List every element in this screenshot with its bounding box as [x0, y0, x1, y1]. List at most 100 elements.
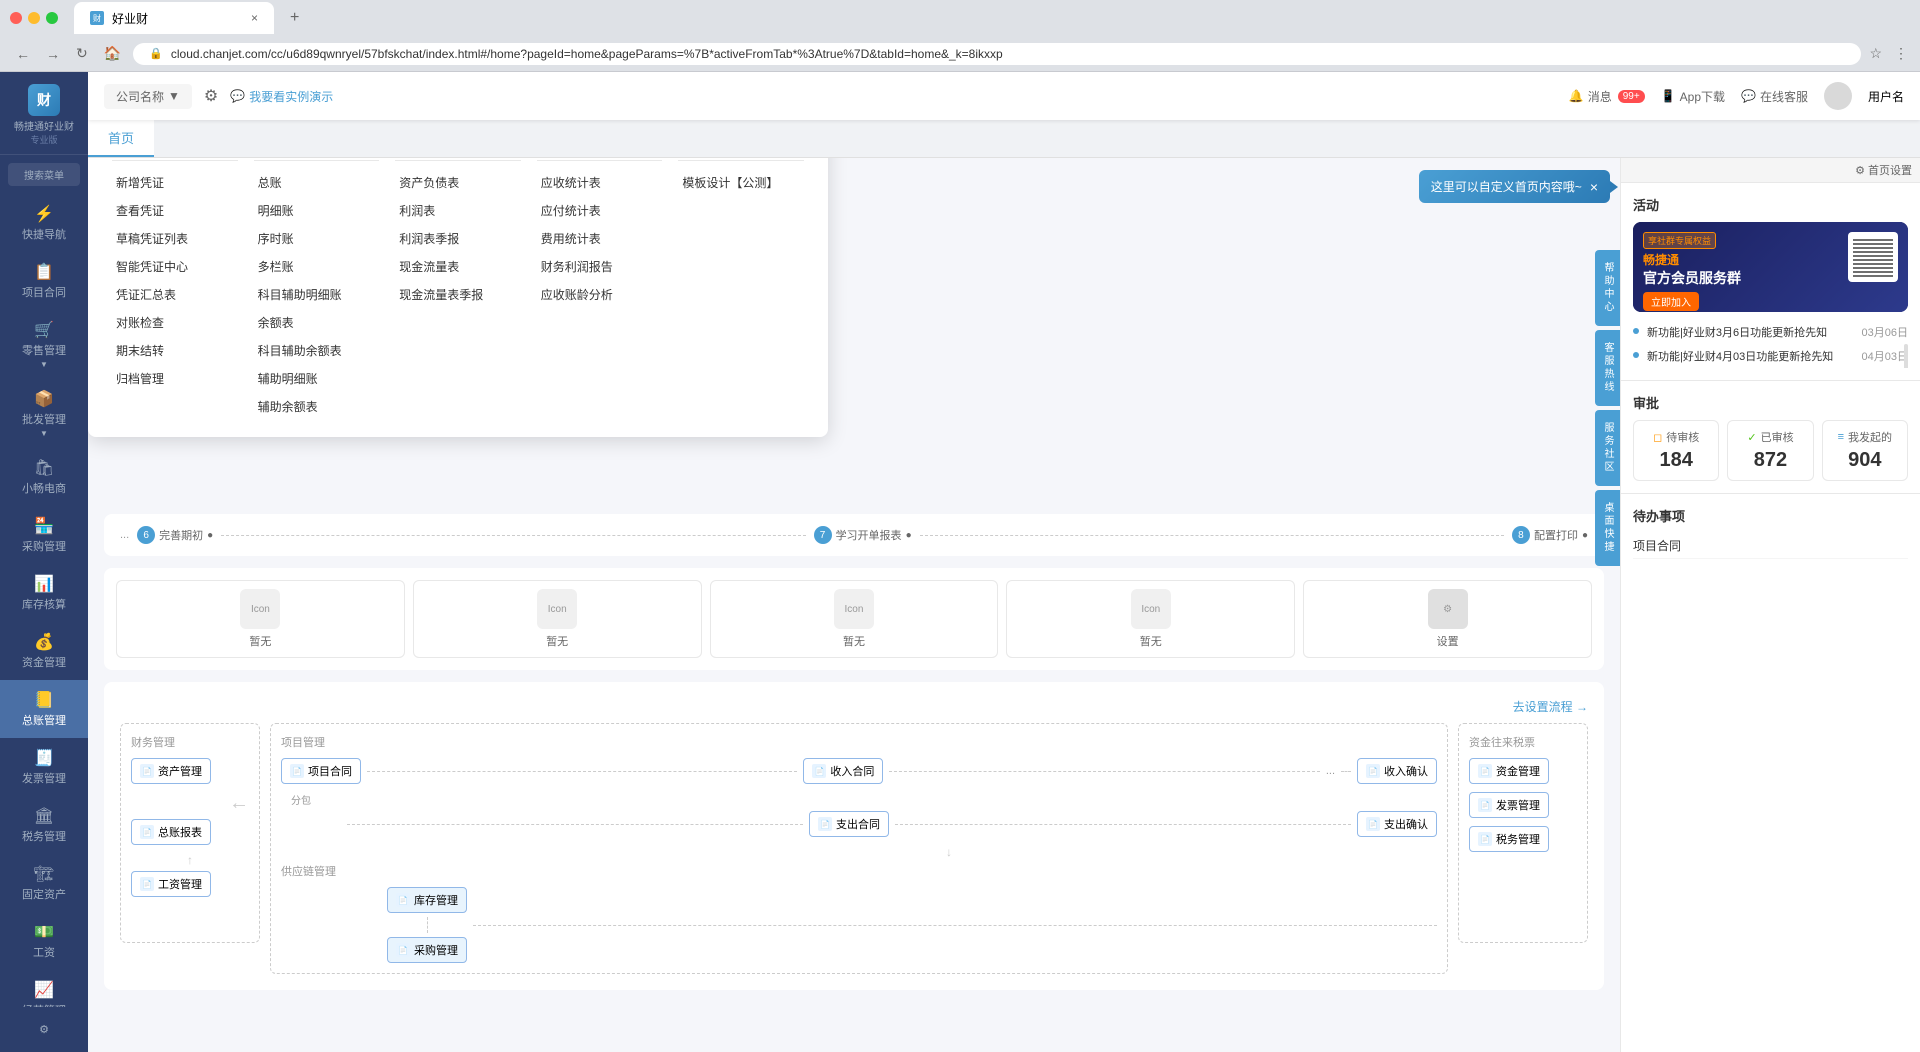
- dropdown-item-reconcile[interactable]: 对账检查: [112, 309, 238, 337]
- dropdown-item-profit-report[interactable]: 财务利润报告: [537, 253, 663, 281]
- app-download-btn[interactable]: 📱 App下载: [1661, 88, 1725, 105]
- wf-expense-confirm[interactable]: 📄 支出确认: [1357, 811, 1437, 837]
- sidebar-item-project[interactable]: 📋 项目合同: [0, 252, 88, 310]
- sidebar-item-accounting[interactable]: 📒 总账管理: [0, 680, 88, 738]
- dropdown-item-general-ledger[interactable]: 总账: [254, 169, 380, 197]
- icon-cell-3[interactable]: Icon 暂无: [710, 580, 999, 658]
- news-item-2[interactable]: 新功能|好业财4月03日功能更新抢先知 04月03日: [1633, 344, 1908, 368]
- sidebar-item-ops[interactable]: 📈 经营管理: [0, 970, 88, 1007]
- sidebar-item-shortcuts[interactable]: ⚡ 快捷导航: [0, 194, 88, 252]
- mysubmit-icon: ≡: [1838, 431, 1844, 443]
- icon-cell-2[interactable]: Icon 暂无: [413, 580, 702, 658]
- reload-button[interactable]: ↻: [72, 43, 92, 64]
- sidebar-item-wholesale[interactable]: 📦 批发管理 ▼: [0, 379, 88, 448]
- sidebar-item-ecommerce[interactable]: 🛍 小畅电商: [0, 448, 88, 506]
- browser-tab[interactable]: 财 好业财 ×: [74, 2, 274, 34]
- sidebar-item-inventory[interactable]: 📊 库存核算: [0, 564, 88, 622]
- help-center-btn[interactable]: 帮助中心: [1595, 250, 1620, 326]
- dropdown-item-subject-balance[interactable]: 科目辅助余额表: [254, 337, 380, 365]
- home-settings-btn[interactable]: ⚙ 首页设置: [1855, 162, 1912, 178]
- sidebar-item-fixed-assets[interactable]: 🏗 固定资产: [0, 854, 88, 912]
- dropdown-item-sequence-ledger[interactable]: 序时账: [254, 225, 380, 253]
- dropdown-item-balance-sheet[interactable]: 资产负债表: [395, 169, 521, 197]
- wf-inventory-mgmt[interactable]: 📄 库存管理: [387, 887, 467, 913]
- tab-home[interactable]: 首页: [88, 120, 154, 157]
- dropdown-item-expense-stats[interactable]: 费用统计表: [537, 225, 663, 253]
- company-selector[interactable]: 公司名称 ▼: [104, 84, 192, 109]
- dropdown-item-smart-voucher[interactable]: 智能凭证中心: [112, 253, 238, 281]
- sidebar-item-purchase[interactable]: 🏪 采购管理: [0, 506, 88, 564]
- dropdown-item-new-voucher[interactable]: 新增凭证: [112, 169, 238, 197]
- activity-banner[interactable]: 享社群专属权益 畅捷通 官方会员服务群 立即加入: [1633, 222, 1908, 312]
- wf-income-confirm[interactable]: 📄 收入确认: [1357, 758, 1437, 784]
- address-bar[interactable]: 🔒 cloud.chanjet.com/cc/u6d89qwnryel/57bf…: [133, 43, 1861, 65]
- wf-expense-contract[interactable]: 📄 支出合同: [809, 811, 889, 837]
- menu-icon[interactable]: ⋮: [1894, 45, 1908, 62]
- sidebar-search-btn[interactable]: 搜索菜单: [8, 163, 80, 186]
- new-tab-button[interactable]: +: [282, 5, 307, 31]
- dropdown-item-profit-loss[interactable]: 利润表: [395, 197, 521, 225]
- wf-node-salary-box[interactable]: 📄 工资管理: [131, 871, 211, 897]
- sidebar-item-salary[interactable]: 💵 工资: [0, 912, 88, 970]
- approval-card-mysubmit[interactable]: ≡ 我发起的 904: [1822, 420, 1908, 481]
- wf-node-ledger-report-box[interactable]: 📄 总账报表: [131, 819, 211, 845]
- icon-cell-4[interactable]: Icon 暂无: [1006, 580, 1295, 658]
- online-service-btn[interactable]: 💬 在线客服: [1741, 88, 1808, 105]
- back-button[interactable]: ←: [12, 44, 34, 64]
- dropdown-item-profit-quarterly[interactable]: 利润表季报: [395, 225, 521, 253]
- wf-finance-title: 财务管理: [131, 734, 249, 750]
- wf-invoice-mgmt[interactable]: 📄 发票管理: [1469, 792, 1549, 818]
- approval-card-pending[interactable]: ◻ 待审核 184: [1633, 420, 1719, 481]
- forward-button[interactable]: →: [42, 44, 64, 64]
- home-button[interactable]: 🏠: [100, 43, 125, 64]
- browser-close-btn[interactable]: [10, 12, 22, 24]
- dropdown-item-archive[interactable]: 归档管理: [112, 365, 238, 393]
- wf-tax-mgmt[interactable]: 📄 税务管理: [1469, 826, 1549, 852]
- set-flow-link[interactable]: 去设置流程 →: [1513, 698, 1588, 715]
- dropdown-item-multi-column[interactable]: 多栏账: [254, 253, 380, 281]
- browser-max-btn[interactable]: [46, 12, 58, 24]
- wf-capital-mgmt[interactable]: 📄 资金管理: [1469, 758, 1549, 784]
- browser-min-btn[interactable]: [28, 12, 40, 24]
- icon-cell-settings[interactable]: ⚙ 设置: [1303, 580, 1592, 658]
- dropdown-item-voucher-summary[interactable]: 凭证汇总表: [112, 281, 238, 309]
- dropdown-item-period-close[interactable]: 期末结转: [112, 337, 238, 365]
- icon-cell-1[interactable]: Icon 暂无: [116, 580, 405, 658]
- dropdown-item-template-design[interactable]: 模板设计【公测】: [678, 169, 804, 197]
- sidebar-item-sales[interactable]: 🛒 零售管理 ▼: [0, 310, 88, 379]
- sidebar-item-tax[interactable]: 🏛 税务管理: [0, 796, 88, 854]
- sidebar-item-finance[interactable]: 💰 资金管理: [0, 622, 88, 680]
- dropdown-item-draft-voucher[interactable]: 草稿凭证列表: [112, 225, 238, 253]
- wf-project-contract[interactable]: 📄 项目合同: [281, 758, 361, 784]
- dropdown-item-cashflow-quarterly[interactable]: 现金流量表季报: [395, 281, 521, 309]
- sidebar-item-invoice[interactable]: 🧾 发票管理: [0, 738, 88, 796]
- service-community-btn[interactable]: 服务社区: [1595, 410, 1620, 486]
- customer-service-btn[interactable]: 客服热线: [1595, 330, 1620, 406]
- dropdown-item-aging-analysis[interactable]: 应收账龄分析: [537, 281, 663, 309]
- dropdown-item-aux-balance[interactable]: 辅助余额表: [254, 393, 380, 421]
- news-item-1[interactable]: 新功能|好业财3月6日功能更新抢先知 03月06日: [1633, 320, 1908, 344]
- floating-tooltip[interactable]: 这里可以自定义首页内容哦~ ×: [1419, 170, 1610, 203]
- sidebar-settings-button[interactable]: ⚙: [35, 1015, 53, 1044]
- header-settings-icon[interactable]: ⚙: [204, 86, 218, 106]
- dropdown-item-view-voucher[interactable]: 查看凭证: [112, 197, 238, 225]
- dropdown-item-aux-detail[interactable]: 辅助明细账: [254, 365, 380, 393]
- demo-link[interactable]: 💬 我要看实例演示: [230, 88, 333, 105]
- tooltip-close[interactable]: ×: [1590, 179, 1598, 195]
- tab-close[interactable]: ×: [251, 11, 258, 25]
- dropdown-item-payable-stats[interactable]: 应付统计表: [537, 197, 663, 225]
- notification-btn[interactable]: 🔔 消息 99+: [1569, 88, 1645, 105]
- approval-card-approved[interactable]: ✓ 已审核 872: [1727, 420, 1813, 481]
- wf-node-asset-mgmt[interactable]: 📄 资产管理: [131, 758, 211, 784]
- dropdown-item-cashflow[interactable]: 现金流量表: [395, 253, 521, 281]
- dropdown-item-subject-detail[interactable]: 科目辅助明细账: [254, 281, 380, 309]
- wf-purchase-mgmt[interactable]: 📄 采购管理: [387, 937, 467, 963]
- bookmark-icon[interactable]: ☆: [1869, 45, 1882, 62]
- wf-income-contract[interactable]: 📄 收入合同: [803, 758, 883, 784]
- dropdown-item-receivable-stats[interactable]: 应收统计表: [537, 169, 663, 197]
- desktop-shortcut-btn[interactable]: 桌面快捷: [1595, 490, 1620, 566]
- dropdown-item-detail-ledger[interactable]: 明细账: [254, 197, 380, 225]
- banner-join-btn[interactable]: 立即加入: [1643, 292, 1699, 311]
- dropdown-item-balance[interactable]: 余额表: [254, 309, 380, 337]
- user-avatar[interactable]: [1824, 82, 1852, 110]
